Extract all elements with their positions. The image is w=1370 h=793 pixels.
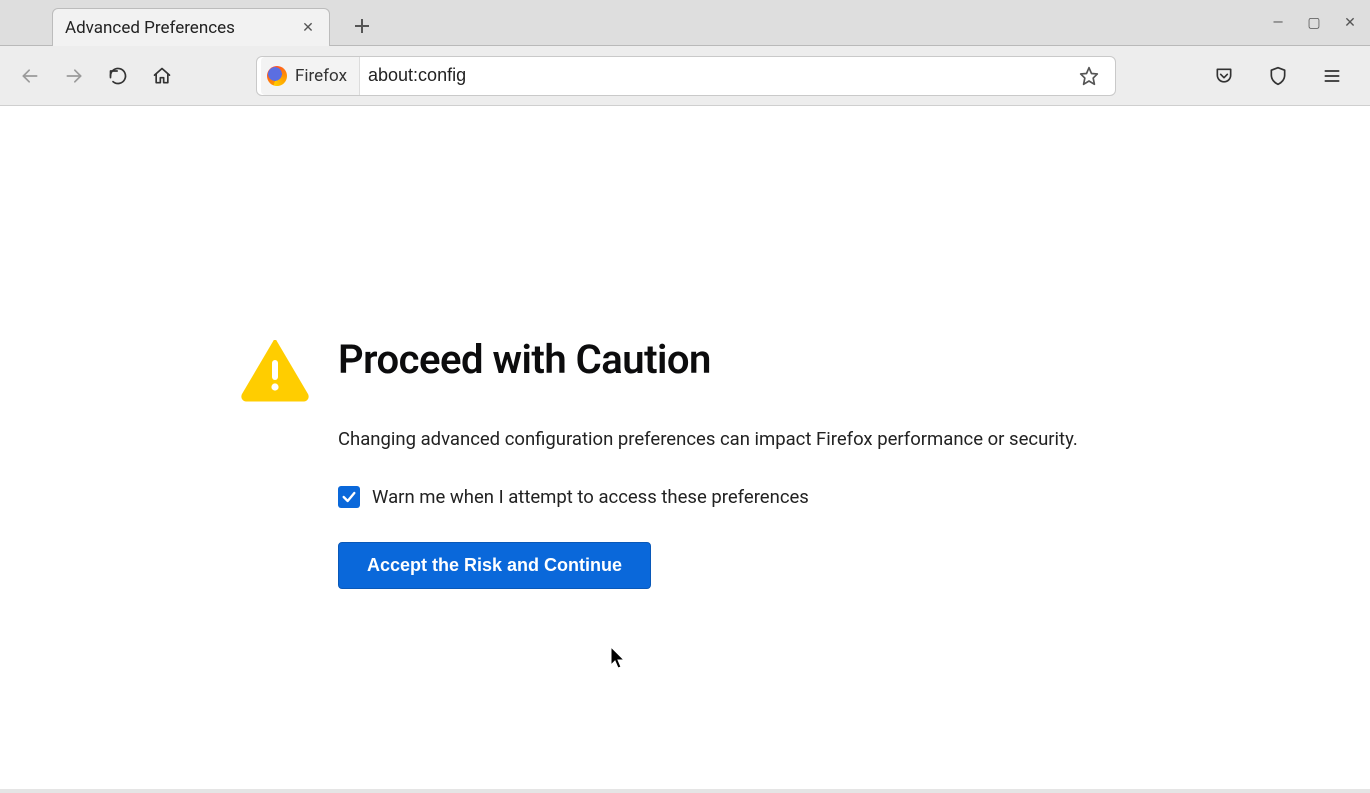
pocket-icon: [1214, 66, 1234, 86]
tab-label: Advanced Preferences: [65, 18, 299, 38]
mouse-cursor-icon: [610, 646, 628, 674]
checkmark-icon: [341, 489, 357, 505]
url-bar[interactable]: Firefox: [256, 56, 1116, 96]
reload-icon: [108, 66, 128, 86]
toolbar-right: [1206, 58, 1358, 94]
accept-risk-button[interactable]: Accept the Risk and Continue: [338, 542, 651, 589]
about-config-warning: Proceed with Caution Changing advanced c…: [240, 336, 1140, 589]
navigation-toolbar: Firefox: [0, 46, 1370, 106]
new-tab-button[interactable]: [346, 10, 378, 42]
window-maximize-button[interactable]: ▢: [1302, 15, 1326, 31]
ublock-button[interactable]: [1260, 58, 1296, 94]
pocket-button[interactable]: [1206, 58, 1242, 94]
identity-box[interactable]: Firefox: [261, 57, 360, 95]
hamburger-icon: [1322, 66, 1342, 86]
close-tab-icon[interactable]: ✕: [299, 19, 317, 37]
bottom-strip: [0, 789, 1370, 793]
address-input[interactable]: [368, 57, 1063, 95]
shield-icon: [1268, 66, 1288, 86]
warn-checkbox-label: Warn me when I attempt to access these p…: [372, 486, 809, 508]
warning-triangle-icon: [240, 340, 310, 406]
warning-body: Proceed with Caution Changing advanced c…: [338, 336, 1140, 589]
home-icon: [152, 66, 172, 86]
warning-title: Proceed with Caution: [338, 336, 1140, 383]
forward-button[interactable]: [56, 58, 92, 94]
app-menu-button[interactable]: [1314, 58, 1350, 94]
plus-icon: [354, 18, 370, 34]
arrow-right-icon: [64, 66, 84, 86]
window-controls: — ▢ ✕: [1266, 0, 1362, 46]
back-button[interactable]: [12, 58, 48, 94]
warn-checkbox-row[interactable]: Warn me when I attempt to access these p…: [338, 486, 1140, 508]
window-close-button[interactable]: ✕: [1338, 15, 1362, 31]
identity-label: Firefox: [295, 66, 347, 86]
arrow-left-icon: [20, 66, 40, 86]
tab-advanced-preferences[interactable]: Advanced Preferences ✕: [52, 8, 330, 46]
page-content: Proceed with Caution Changing advanced c…: [0, 106, 1370, 789]
bookmark-star-button[interactable]: [1071, 58, 1107, 94]
window-minimize-button[interactable]: —: [1266, 15, 1290, 31]
warning-description: Changing advanced configuration preferen…: [338, 427, 1140, 452]
tab-strip: Advanced Preferences ✕ — ▢ ✕: [0, 0, 1370, 46]
warn-checkbox[interactable]: [338, 486, 360, 508]
firefox-logo-icon: [267, 66, 287, 86]
home-button[interactable]: [144, 58, 180, 94]
reload-button[interactable]: [100, 58, 136, 94]
star-icon: [1079, 66, 1099, 86]
